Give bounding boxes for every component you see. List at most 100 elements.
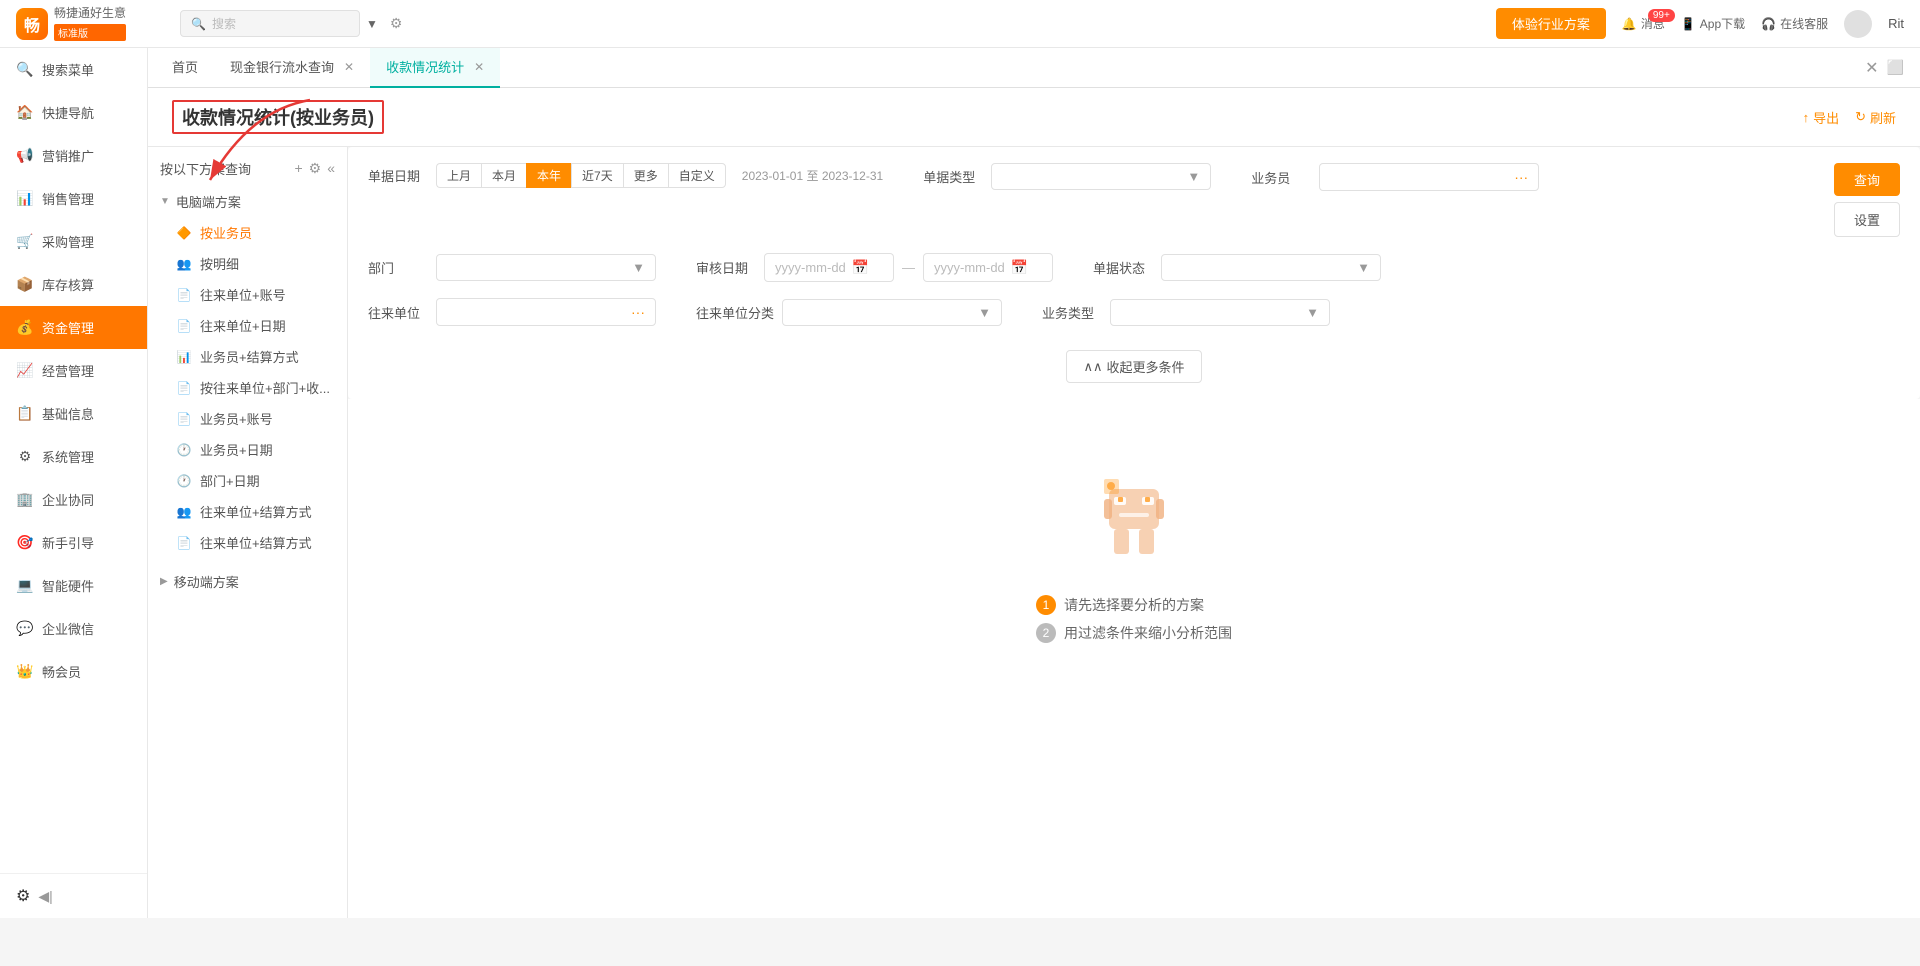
scheme-item-dept-date-label: 部门+日期: [200, 471, 260, 490]
date-tab-this-year[interactable]: 本年: [526, 163, 571, 188]
sidebar-item-enterprise[interactable]: 🏢 企业协同: [0, 478, 147, 521]
scheme-item-unit-settle2[interactable]: 📄 往来单位+结算方式: [148, 527, 347, 558]
sidebar-item-member[interactable]: 👑 畅会员: [0, 650, 147, 693]
sidebar-item-hardware[interactable]: 💻 智能硬件: [0, 564, 147, 607]
sidebar-item-purchase[interactable]: 🛒 采购管理: [0, 220, 147, 263]
scheme-item-unit-date[interactable]: 📄 往来单位+日期: [148, 310, 347, 341]
tab-close-window-icon[interactable]: ✕: [1865, 58, 1878, 78]
sidebar-item-basic-label: 基础信息: [42, 404, 94, 423]
collapse-icon: ∧∧: [1083, 359, 1102, 375]
tab-maximize-icon[interactable]: ⬜: [1887, 59, 1904, 76]
scheme-item-unit-settle1[interactable]: 👥 往来单位+结算方式: [148, 496, 347, 527]
empty-robot-svg: [1074, 459, 1194, 579]
audit-date-end-input[interactable]: yyyy-mm-dd 📅: [923, 253, 1053, 282]
dept-select[interactable]: ▼: [436, 254, 656, 281]
sidebar-collapse-icon[interactable]: ◀|: [38, 888, 52, 905]
unit-date-icon: 📄: [176, 318, 192, 334]
filter-row-1: 单据日期 上月 本月 本年 近7天 更多 自定义 2023-01-01 至 20…: [368, 163, 1900, 237]
tab-home[interactable]: 首页: [156, 48, 214, 88]
user-avatar[interactable]: [1844, 10, 1872, 38]
scheme-group-pc-title[interactable]: ▼ 电脑端方案: [148, 186, 347, 217]
header-dropdown-icon[interactable]: ▼: [366, 17, 378, 31]
filter-row-3: 往来单位 ··· 往来单位分类 ▼: [368, 298, 1900, 326]
audit-date-start-input[interactable]: yyyy-mm-dd 📅: [764, 253, 894, 282]
unit-dept-icon: 📄: [176, 380, 192, 396]
scheme-group-mobile-title[interactable]: ▶ 移动端方案: [148, 566, 347, 597]
guide-icon: 🎯: [16, 534, 34, 552]
scheme-item-dept-date[interactable]: 🕐 部门+日期: [148, 465, 347, 496]
home-tab-label: 首页: [172, 57, 198, 76]
sidebar-item-sales[interactable]: 📊 销售管理: [0, 177, 147, 220]
bank-tab-close-icon[interactable]: ✕: [344, 60, 354, 74]
voucher-status-select[interactable]: ▼: [1161, 254, 1381, 281]
scheme-group-pc: ▼ 电脑端方案 🔶 按业务员 👥 按明细 📄 往来单位+账号: [148, 186, 347, 566]
sidebar-item-guide[interactable]: 🎯 新手引导: [0, 521, 147, 564]
sidebar-item-operation[interactable]: 📈 经营管理: [0, 349, 147, 392]
sidebar-item-quick[interactable]: 🏠 快捷导航: [0, 91, 147, 134]
online-service-button[interactable]: 🎧 在线客服: [1761, 15, 1828, 32]
sidebar-item-search[interactable]: 🔍 搜索菜单: [0, 48, 147, 91]
tab-bank[interactable]: 现金银行流水查询 ✕: [214, 48, 370, 88]
header-search-box[interactable]: 🔍 搜索: [180, 10, 360, 37]
refresh-button[interactable]: ↻ 刷新: [1855, 108, 1896, 127]
salesperson-select[interactable]: ···: [1319, 163, 1539, 191]
quick-nav-icon: 🏠: [16, 104, 34, 122]
scheme-group-mobile: ▶ 移动端方案: [148, 566, 347, 605]
scheme-item-salesperson-account[interactable]: 📄 业务员+账号: [148, 403, 347, 434]
salesperson-more-icon[interactable]: ···: [1514, 169, 1528, 185]
sidebar-item-system[interactable]: ⚙ 系统管理: [0, 435, 147, 478]
export-button[interactable]: ↑ 导出: [1803, 108, 1840, 127]
scheme-item-unit-dept[interactable]: 📄 按往来单位+部门+收...: [148, 372, 347, 403]
scheme-item-salesperson-date-label: 业务员+日期: [200, 440, 273, 459]
receipt-tab-close-icon[interactable]: ✕: [474, 60, 484, 74]
scheme-item-salesperson-label: 按业务员: [200, 223, 252, 242]
scheme-item-salesperson-date[interactable]: 🕐 业务员+日期: [148, 434, 347, 465]
counterpart-more-icon[interactable]: ···: [631, 304, 645, 320]
sidebar-item-inventory[interactable]: 📦 库存核算: [0, 263, 147, 306]
scheme-add-icon[interactable]: +: [294, 160, 302, 177]
voucher-status-group: 单据状态 ▼: [1093, 254, 1381, 281]
tab-receipt[interactable]: 收款情况统计 ✕: [370, 48, 500, 88]
sidebar-settings-icon[interactable]: ⚙: [16, 886, 30, 906]
date-tab-more[interactable]: 更多: [623, 163, 668, 188]
date-tab-prev-month[interactable]: 上月: [436, 163, 481, 188]
query-button[interactable]: 查询: [1834, 163, 1900, 196]
scheme-item-salesperson-settle[interactable]: 📊 业务员+结算方式: [148, 341, 347, 372]
sidebar-item-finance[interactable]: 💰 资金管理: [0, 306, 147, 349]
scheme-item-by-detail[interactable]: 👥 按明细: [148, 248, 347, 279]
calendar-start-icon: 📅: [852, 259, 869, 276]
sidebar-item-wechat[interactable]: 💬 企业微信: [0, 607, 147, 650]
receipt-tab-label: 收款情况统计: [386, 57, 464, 76]
scheme-item-unit-account[interactable]: 📄 往来单位+账号: [148, 279, 347, 310]
date-tab-custom[interactable]: 自定义: [668, 163, 726, 188]
dept-label: 部门: [368, 258, 428, 277]
scheme-header: 按以下方案查询 + ⚙ «: [148, 159, 347, 186]
sidebar-item-system-label: 系统管理: [42, 447, 94, 466]
trial-button[interactable]: 体验行业方案: [1496, 8, 1606, 39]
calendar-end-icon: 📅: [1011, 259, 1028, 276]
basic-icon: 📋: [16, 405, 34, 423]
counterpart-category-select[interactable]: ▼: [782, 299, 1002, 326]
tab-bar: 首页 现金银行流水查询 ✕ 收款情况统计 ✕ ✕ ⬜: [148, 48, 1920, 88]
sidebar-item-basic[interactable]: 📋 基础信息: [0, 392, 147, 435]
scheme-settings-icon[interactable]: ⚙: [309, 160, 322, 177]
scheme-collapse-icon[interactable]: «: [327, 160, 335, 177]
sidebar-item-operation-label: 经营管理: [42, 361, 94, 380]
logo-icon: 畅: [16, 8, 48, 40]
date-tab-last7[interactable]: 近7天: [571, 163, 623, 188]
date-tab-this-month[interactable]: 本月: [481, 163, 526, 188]
settings-gear-icon[interactable]: ⚙: [390, 15, 403, 32]
voucher-type-select[interactable]: ▼: [991, 163, 1211, 190]
page-actions: ↑ 导出 ↻ 刷新: [1803, 108, 1896, 127]
collapse-button[interactable]: ∧∧ 收起更多条件: [1066, 350, 1201, 383]
sidebar-item-enterprise-label: 企业协同: [42, 490, 94, 509]
scheme-item-by-salesperson[interactable]: 🔶 按业务员: [148, 217, 347, 248]
sidebar-item-marketing[interactable]: 📢 营销推广: [0, 134, 147, 177]
scheme-item-unit-dept-label: 按往来单位+部门+收...: [200, 378, 330, 397]
counterpart-select[interactable]: ···: [436, 298, 656, 326]
settings-button[interactable]: 设置: [1834, 202, 1900, 237]
business-type-select[interactable]: ▼: [1110, 299, 1330, 326]
app-download-button[interactable]: 📱 App下载: [1681, 15, 1745, 32]
messages-button[interactable]: 🔔 消息 99+: [1622, 15, 1665, 32]
online-service-label: 在线客服: [1780, 15, 1828, 32]
